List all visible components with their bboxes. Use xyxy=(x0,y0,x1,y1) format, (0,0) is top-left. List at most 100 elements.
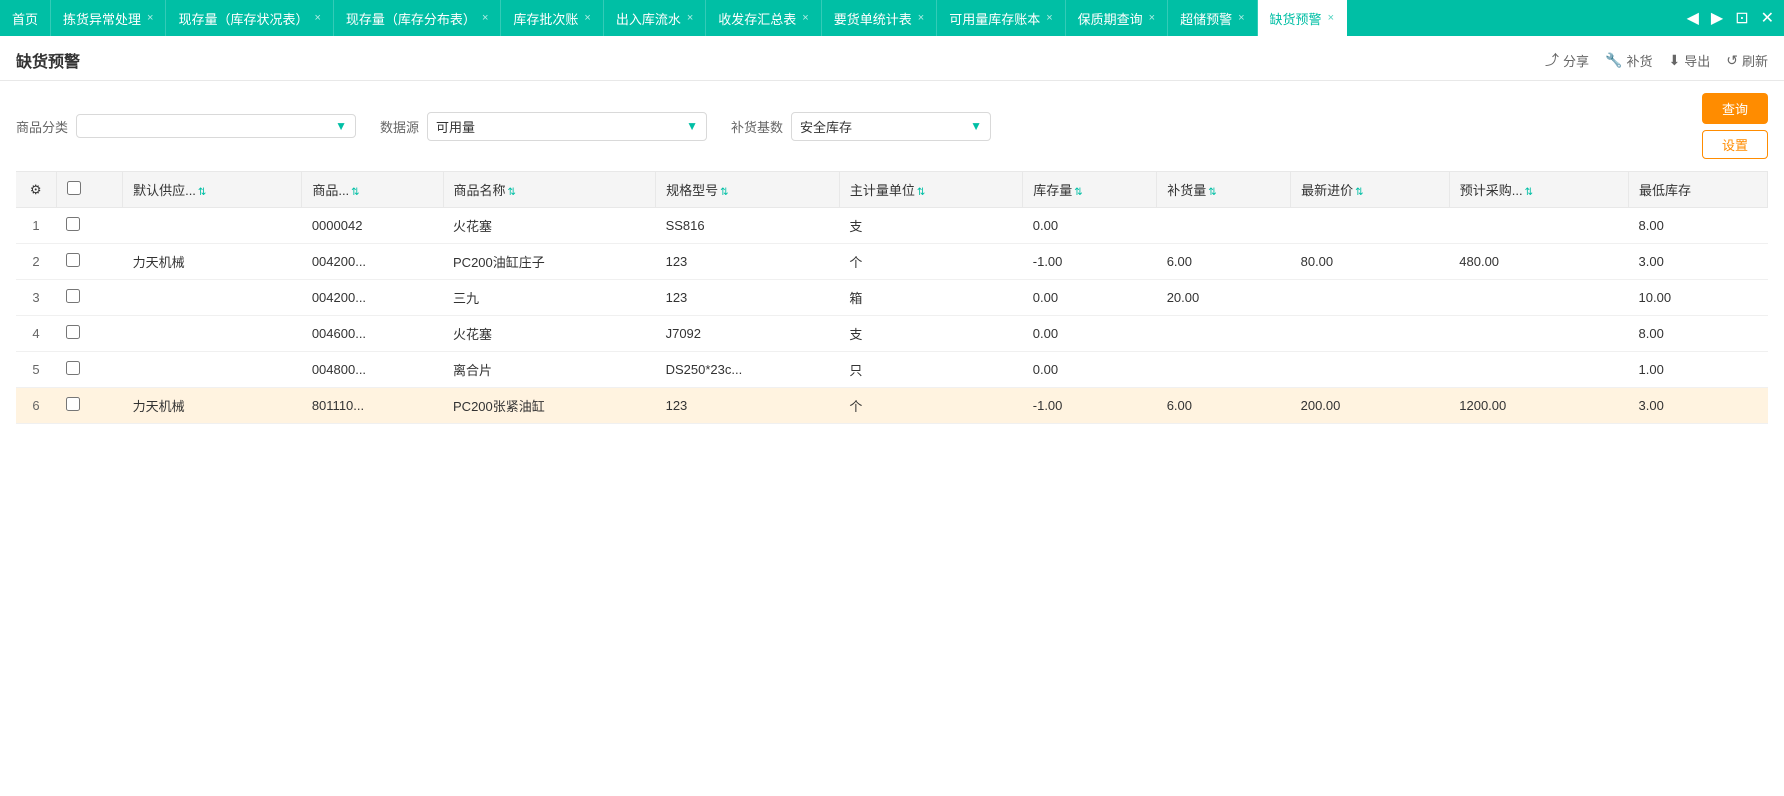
refresh-button[interactable]: ↺ 刷新 xyxy=(1726,51,1768,70)
nav-tab-5[interactable]: 出入库流水 × xyxy=(604,0,706,36)
row-product-name: PC200张紧油缸 xyxy=(443,388,656,424)
column-supplier[interactable]: 默认供应...⇅ xyxy=(123,172,302,208)
nav-controls: ◀ ▶ ⊡ ✕ xyxy=(1677,8,1784,28)
row-checkbox-cell xyxy=(56,316,123,352)
nav-tab-2[interactable]: 现存量（库存状况表） × xyxy=(166,0,333,36)
settings-button[interactable]: 设置 xyxy=(1702,130,1768,159)
nav-tab-11-active[interactable]: 缺货预警 × xyxy=(1258,0,1347,36)
nav-tab-7-label: 要货单统计表 xyxy=(834,9,912,28)
row-product-code: 0000042 xyxy=(302,208,443,244)
row-unit: 个 xyxy=(839,388,1022,424)
nav-tab-1-label: 拣货异常处理 xyxy=(63,9,141,28)
filter-actions: 查询 设置 xyxy=(1702,93,1768,159)
nav-tab-7[interactable]: 要货单统计表 × xyxy=(822,0,937,36)
replenish-base-value: 安全库存 xyxy=(800,117,852,136)
top-navigation: 首页 拣货异常处理 × 现存量（库存状况表） × 现存量（库存分布表） × 库存… xyxy=(0,0,1784,36)
nav-close-button[interactable]: ✕ xyxy=(1755,8,1780,28)
datasource-label: 数据源 xyxy=(380,117,419,136)
column-replenish-qty[interactable]: 补货量⇅ xyxy=(1157,172,1291,208)
nav-tab-10[interactable]: 超储预警 × xyxy=(1168,0,1257,36)
nav-next-button[interactable]: ▶ xyxy=(1705,8,1729,28)
close-icon[interactable]: × xyxy=(584,12,590,24)
nav-tab-3[interactable]: 现存量（库存分布表） × xyxy=(334,0,501,36)
column-min-stock[interactable]: 最低库存 xyxy=(1629,172,1768,208)
close-icon[interactable]: × xyxy=(1328,12,1334,24)
table-row: 5 004800... 离合片 DS250*23c... 只 0.00 1.00 xyxy=(16,352,1768,388)
column-settings[interactable]: ⚙ xyxy=(16,172,56,208)
row-supplier xyxy=(123,280,302,316)
close-icon[interactable]: × xyxy=(802,12,808,24)
row-replenish-qty xyxy=(1157,352,1291,388)
category-select[interactable]: ▼ xyxy=(76,114,356,138)
data-table: ⚙ 默认供应...⇅ 商品...⇅ 商品名称⇅ 规格型号⇅ 主计量单位⇅ 库存量… xyxy=(16,171,1768,424)
export-button[interactable]: ⬇ 导出 xyxy=(1669,51,1711,70)
nav-tab-6[interactable]: 收发存汇总表 × xyxy=(706,0,821,36)
row-checkbox[interactable] xyxy=(66,325,80,339)
row-estimated-purchase: 1200.00 xyxy=(1449,388,1628,424)
nav-tab-6-label: 收发存汇总表 xyxy=(718,9,796,28)
row-supplier xyxy=(123,352,302,388)
close-icon[interactable]: × xyxy=(687,12,693,24)
nav-restore-button[interactable]: ⊡ xyxy=(1729,8,1754,28)
row-estimated-purchase xyxy=(1449,208,1628,244)
row-spec: 123 xyxy=(656,388,840,424)
row-checkbox-cell xyxy=(56,352,123,388)
nav-tab-9[interactable]: 保质期查询 × xyxy=(1066,0,1168,36)
row-product-name: PC200油缸庄子 xyxy=(443,244,656,280)
close-icon[interactable]: × xyxy=(1149,12,1155,24)
query-button[interactable]: 查询 xyxy=(1702,93,1768,124)
table-row: 4 004600... 火花塞 J7092 支 0.00 8.00 xyxy=(16,316,1768,352)
nav-tab-4[interactable]: 库存批次账 × xyxy=(501,0,603,36)
column-product-name[interactable]: 商品名称⇅ xyxy=(443,172,656,208)
column-estimated-purchase[interactable]: 预计采购...⇅ xyxy=(1449,172,1628,208)
close-icon[interactable]: × xyxy=(314,12,320,24)
close-icon[interactable]: × xyxy=(147,12,153,24)
close-icon[interactable]: × xyxy=(482,12,488,24)
row-stock: 0.00 xyxy=(1023,352,1157,388)
column-stock[interactable]: 库存量⇅ xyxy=(1023,172,1157,208)
column-product-code[interactable]: 商品...⇅ xyxy=(302,172,443,208)
row-num: 1 xyxy=(16,208,56,244)
row-spec: SS816 xyxy=(656,208,840,244)
column-checkbox xyxy=(56,172,123,208)
nav-tab-home[interactable]: 首页 xyxy=(0,0,51,36)
row-checkbox[interactable] xyxy=(66,289,80,303)
nav-tab-8[interactable]: 可用量库存账本 × xyxy=(937,0,1065,36)
column-spec[interactable]: 规格型号⇅ xyxy=(656,172,840,208)
nav-tab-4-label: 库存批次账 xyxy=(513,9,578,28)
row-unit: 箱 xyxy=(839,280,1022,316)
column-unit[interactable]: 主计量单位⇅ xyxy=(839,172,1022,208)
select-all-checkbox[interactable] xyxy=(67,181,81,195)
close-icon[interactable]: × xyxy=(918,12,924,24)
replenish-button[interactable]: 🔧 补货 xyxy=(1605,51,1652,70)
row-spec: J7092 xyxy=(656,316,840,352)
row-stock: 0.00 xyxy=(1023,208,1157,244)
export-icon: ⬇ xyxy=(1669,52,1681,69)
category-filter: 商品分类 ▼ xyxy=(16,114,356,138)
close-icon[interactable]: × xyxy=(1238,12,1244,24)
datasource-select[interactable]: 可用量 ▼ xyxy=(427,112,707,141)
row-checkbox[interactable] xyxy=(66,253,80,267)
nav-tab-8-label: 可用量库存账本 xyxy=(949,9,1040,28)
nav-prev-button[interactable]: ◀ xyxy=(1681,8,1705,28)
row-checkbox[interactable] xyxy=(66,397,80,411)
row-checkbox[interactable] xyxy=(66,217,80,231)
replenish-base-select[interactable]: 安全库存 ▼ xyxy=(791,112,991,141)
row-stock: 0.00 xyxy=(1023,280,1157,316)
row-unit: 支 xyxy=(839,208,1022,244)
row-replenish-qty: 20.00 xyxy=(1157,280,1291,316)
row-product-name: 离合片 xyxy=(443,352,656,388)
column-latest-price[interactable]: 最新进价⇅ xyxy=(1291,172,1450,208)
share-button[interactable]: ⤴ 分享 xyxy=(1545,50,1589,70)
close-icon[interactable]: × xyxy=(1046,12,1052,24)
replenish-base-label: 补货基数 xyxy=(731,117,783,136)
row-unit: 只 xyxy=(839,352,1022,388)
row-min-stock: 8.00 xyxy=(1629,208,1768,244)
row-replenish-qty xyxy=(1157,316,1291,352)
chevron-down-icon: ▼ xyxy=(686,119,698,133)
row-num: 4 xyxy=(16,316,56,352)
row-latest-price: 200.00 xyxy=(1291,388,1450,424)
nav-tab-1[interactable]: 拣货异常处理 × xyxy=(51,0,166,36)
share-label: 分享 xyxy=(1563,51,1589,70)
row-checkbox[interactable] xyxy=(66,361,80,375)
